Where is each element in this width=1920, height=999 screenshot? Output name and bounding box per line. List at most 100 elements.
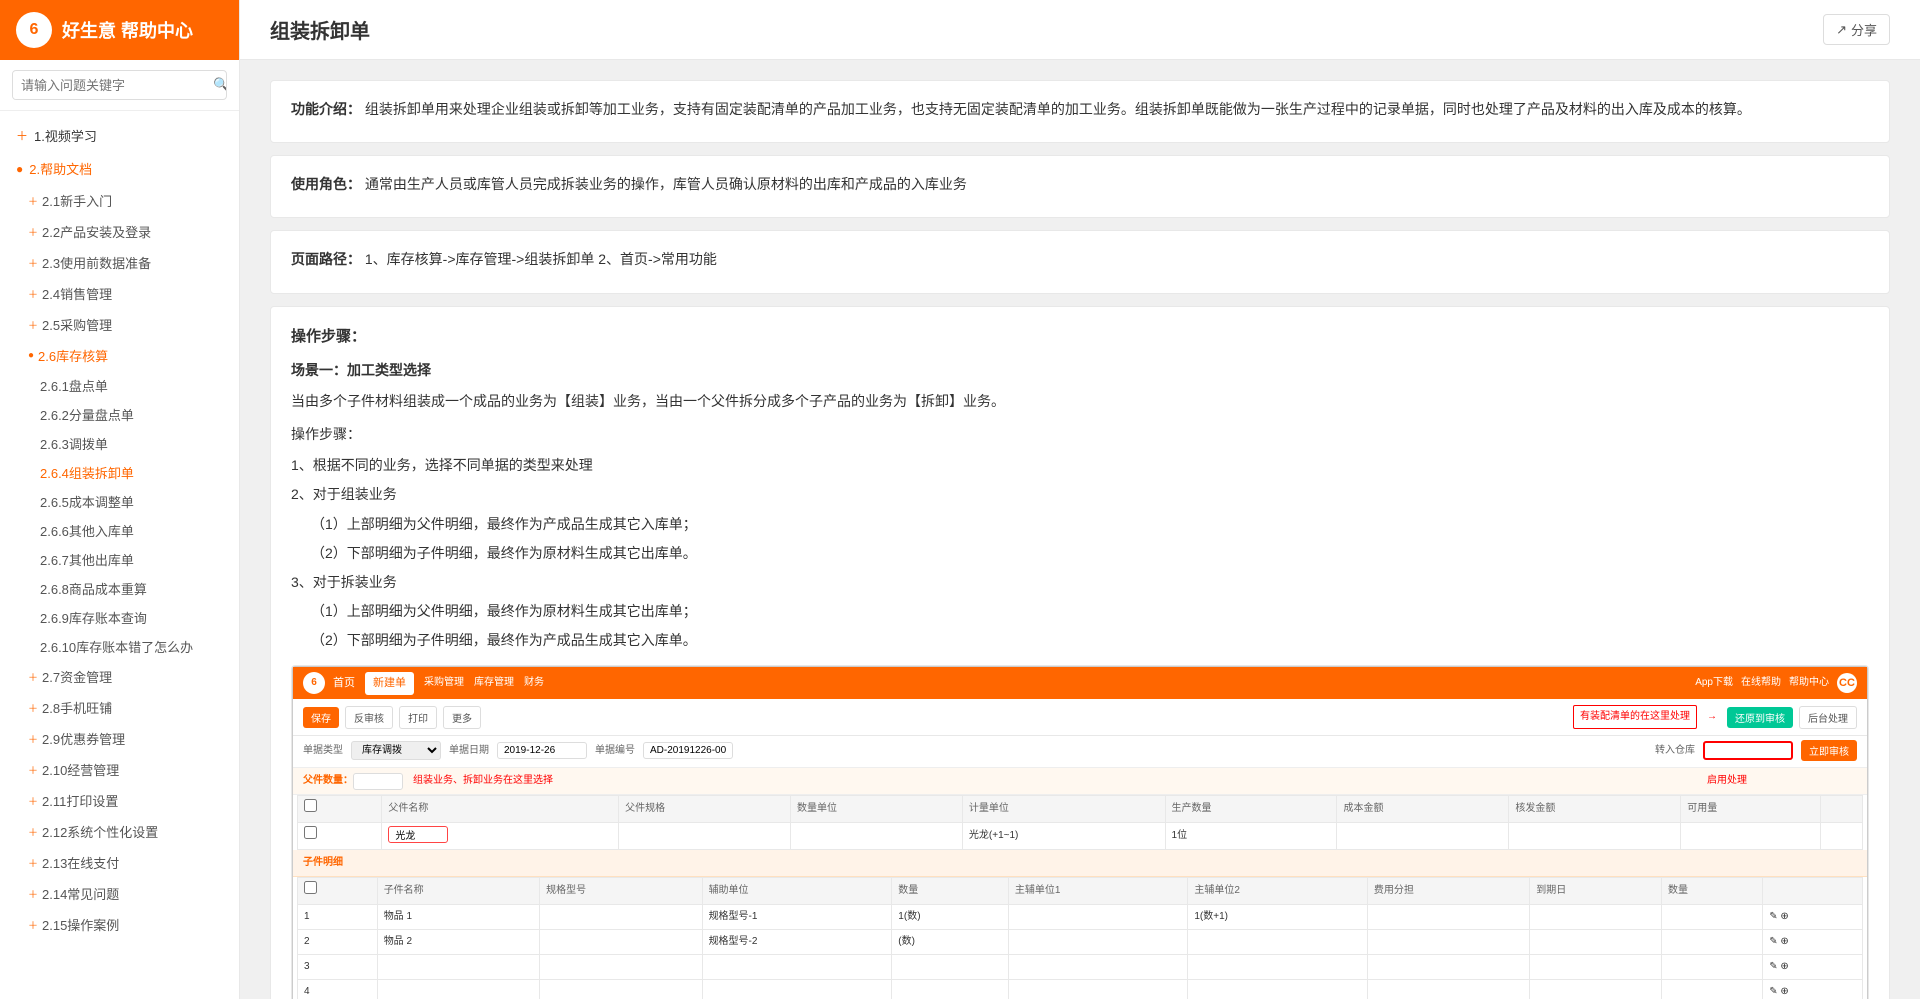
sim-approve-btn[interactable]: 立即审核 [1801, 740, 1857, 761]
sim-app-logo: 6 [303, 672, 325, 694]
nav-leaf-269[interactable]: 2.6.9库存账本查询 [40, 603, 239, 632]
nav-sub-s212-label: 2.12系统个性化设置 [42, 822, 158, 841]
sim-print-btn[interactable]: 打印 [399, 706, 437, 729]
nav-sub-s214-title[interactable]: ＋ 2.14常见问题 [28, 878, 239, 909]
step2: 2、对于组装业务 [291, 482, 1869, 507]
sim-lth-check[interactable] [304, 881, 317, 894]
sim-ltd-cs1 [1367, 905, 1529, 930]
sim-date-input[interactable] [497, 742, 587, 759]
nav-sub-s21: ＋ 2.1新手入门 [28, 185, 239, 216]
sim-lth-expire: 到期日 [1530, 878, 1662, 905]
step2-sub1: （1）上部明细为父件明细，最终作为产成品生成其它入库单； [291, 512, 1869, 537]
sim-th-check[interactable] [304, 799, 317, 812]
nav-sub-s26-title[interactable]: ● 2.6库存核算 [28, 340, 239, 371]
sim-nav-item4[interactable]: 财务 [524, 674, 544, 692]
table-row: 2 物品 2 规格型号-2 (数) [298, 930, 1863, 955]
sim-lth-name: 子件名称 [377, 878, 539, 905]
sim-warehouse-input[interactable] [1703, 741, 1793, 760]
nav-section-docs-title[interactable]: ● 2.帮助文档 [0, 152, 239, 185]
sim-doctype-select[interactable]: 库存调拨 组装 拆卸 [351, 741, 441, 760]
role-text: 使用角色： 通常由生产人员或库管人员完成拆装业务的操作，库管人员确认原材料的出库… [291, 172, 1869, 197]
sim-upper-table: 父件名称 父件规格 数量单位 计量单位 生产数量 成本金额 核发金额 可用量 [297, 795, 1863, 850]
sim-lth-unit1: 主辅单位1 [1008, 878, 1187, 905]
sim-parent-name-input[interactable] [388, 826, 448, 843]
nav-sub-s212-title[interactable]: ＋ 2.12系统个性化设置 [28, 816, 239, 847]
search-button[interactable]: 🔍 [205, 71, 227, 99]
sim-nav-item3[interactable]: 库存管理 [474, 674, 514, 692]
sim-lth-act [1763, 878, 1863, 905]
sim-td-spec [619, 823, 791, 850]
search-input[interactable] [13, 72, 205, 99]
nav-section-docs: ● 2.帮助文档 ＋ 2.1新手入门 ＋ 2.2产品安装及登录 [0, 152, 239, 940]
sim-docno-input[interactable] [643, 742, 733, 759]
nav-leaf-266[interactable]: 2.6.6其他入库单 [40, 516, 239, 545]
share-button[interactable]: ↗ 分享 [1823, 14, 1890, 45]
screenshot-container: 6 首页 新建单 采购管理 库存管理 财务 App下载 在线帮助 帮助中心 [291, 665, 1869, 999]
nav-sub-s210: ＋ 2.10经营管理 [28, 754, 239, 785]
search-area: 🔍 [0, 60, 239, 111]
nav-sub-s29-title[interactable]: ＋ 2.9优惠券管理 [28, 723, 239, 754]
nav-section-video-title[interactable]: ＋ 1.视频学习 [0, 119, 239, 152]
sim-nav-item-active[interactable]: 新建单 [365, 672, 414, 696]
nav-sub-s28-title[interactable]: ＋ 2.8手机旺铺 [28, 692, 239, 723]
nav-sub-s21-title[interactable]: ＋ 2.1新手入门 [28, 185, 239, 216]
nav-sub-s215-title[interactable]: ＋ 2.15操作案例 [28, 909, 239, 940]
nav-leaf-262[interactable]: 2.6.2分量盘点单 [40, 400, 239, 429]
nav-sub-s27-label: 2.7资金管理 [42, 667, 112, 686]
sim-more-btn[interactable]: 更多 [443, 706, 481, 729]
nav-sub-s26-label: 2.6库存核算 [38, 346, 108, 365]
nav-sub-s213-title[interactable]: ＋ 2.13在线支付 [28, 847, 239, 878]
nav-sub-s22-title[interactable]: ＋ 2.2产品安装及登录 [28, 216, 239, 247]
sim-ltd-q1 [1662, 905, 1763, 930]
step3-sub2: （2）下部明细为子件明细，最终作为产成品生成其它入库单。 [291, 628, 1869, 653]
nav-sub-s23-title[interactable]: ＋ 2.3使用前数据准备 [28, 247, 239, 278]
sim-docno-label: 单据编号 [595, 742, 635, 760]
nav-sub-s212: ＋ 2.12系统个性化设置 [28, 816, 239, 847]
nav-leaf-265[interactable]: 2.6.5成本调整单 [40, 487, 239, 516]
nav-sub-s29-label: 2.9优惠券管理 [42, 729, 125, 748]
nav-leaf-261[interactable]: 2.6.1盘点单 [40, 371, 239, 400]
nav-sub-s24-title[interactable]: ＋ 2.4销售管理 [28, 278, 239, 309]
sim-app-topbar: 6 首页 新建单 采购管理 库存管理 财务 App下载 在线帮助 帮助中心 [293, 667, 1867, 699]
sim-ltd-cs2 [1367, 930, 1529, 955]
sim-nav-item[interactable]: 首页 [333, 674, 355, 694]
sim-td-measure: 光龙(+1~1) [962, 823, 1165, 850]
sim-lower-table-wrap: 无固定清单可以直接在这里面录入 子件名称 规格型号 辅助单位 数量 主辅单位1 [293, 877, 1867, 999]
table-row: 光龙(+1~1) 1位 [298, 823, 1863, 850]
sim-confirm-btn[interactable]: 还原到审核 [1727, 707, 1793, 728]
sim-toolbar: 保存 反审核 打印 更多 有装配清单的在这里处理 → 还原到审核 后台处理 [293, 699, 1867, 736]
role-label: 使用角色： [291, 176, 361, 192]
sim-warehouse-label: 转入仓库 [1655, 742, 1695, 760]
nav-section-video-label: 1.视频学习 [34, 126, 97, 145]
sim-row-check[interactable] [304, 826, 317, 839]
plus-icon: ＋ [28, 731, 38, 746]
sim-ltd-aux2: 规格型号-2 [702, 930, 892, 955]
scene1-steps-title: 操作步骤： [291, 422, 1869, 447]
plus-icon: ＋ [28, 762, 38, 777]
sim-cancel-btn[interactable]: 反审核 [345, 706, 393, 729]
nav-sub-s25-title[interactable]: ＋ 2.5采购管理 [28, 309, 239, 340]
nav-leaf-264[interactable]: 2.6.4组装拆卸单 [40, 458, 239, 487]
sim-upper-section: 父件数量： 组装业务、拆卸业务在这里选择 启用处理 [293, 768, 1867, 795]
sim-th-issue-amt: 核发金额 [1509, 796, 1681, 823]
nav-leaf-263[interactable]: 2.6.3调拨单 [40, 429, 239, 458]
nav-leaf-268[interactable]: 2.6.8商品成本重算 [40, 574, 239, 603]
sim-ltd-u2-2 [1188, 930, 1367, 955]
nav-leaf-2610[interactable]: 2.6.10库存账本错了怎么办 [40, 632, 239, 661]
sim-ltd-act2: ✎ ⊕ [1763, 930, 1863, 955]
nav-sub-s27: ＋ 2.7资金管理 [28, 661, 239, 692]
sim-ltd-name1: 物品 1 [377, 905, 539, 930]
sim-save-btn[interactable]: 保存 [303, 707, 339, 728]
nav-sub-s210-title[interactable]: ＋ 2.10经营管理 [28, 754, 239, 785]
sim-action-btn[interactable]: 后台处理 [1799, 706, 1857, 729]
nav-sub-s27-title[interactable]: ＋ 2.7资金管理 [28, 661, 239, 692]
nav-leaf-267[interactable]: 2.6.7其他出库单 [40, 545, 239, 574]
path-text: 页面路径： 1、库存核算->库存管理->组装拆卸单 2、首页->常用功能 [291, 247, 1869, 272]
sim-parent-qty[interactable] [353, 773, 403, 790]
nav-sub-s26: ● 2.6库存核算 2.6.1盘点单 2.6.2分量盘点单 2.6.3调拨单 2… [28, 340, 239, 661]
nav-sub-s211-title[interactable]: ＋ 2.11打印设置 [28, 785, 239, 816]
sim-nav-item2[interactable]: 采购管理 [424, 674, 464, 692]
sim-ltd-spec1 [540, 905, 702, 930]
step3: 3、对于拆装业务 [291, 570, 1869, 595]
top-bar: 组装拆卸单 ↗ 分享 [240, 0, 1920, 60]
